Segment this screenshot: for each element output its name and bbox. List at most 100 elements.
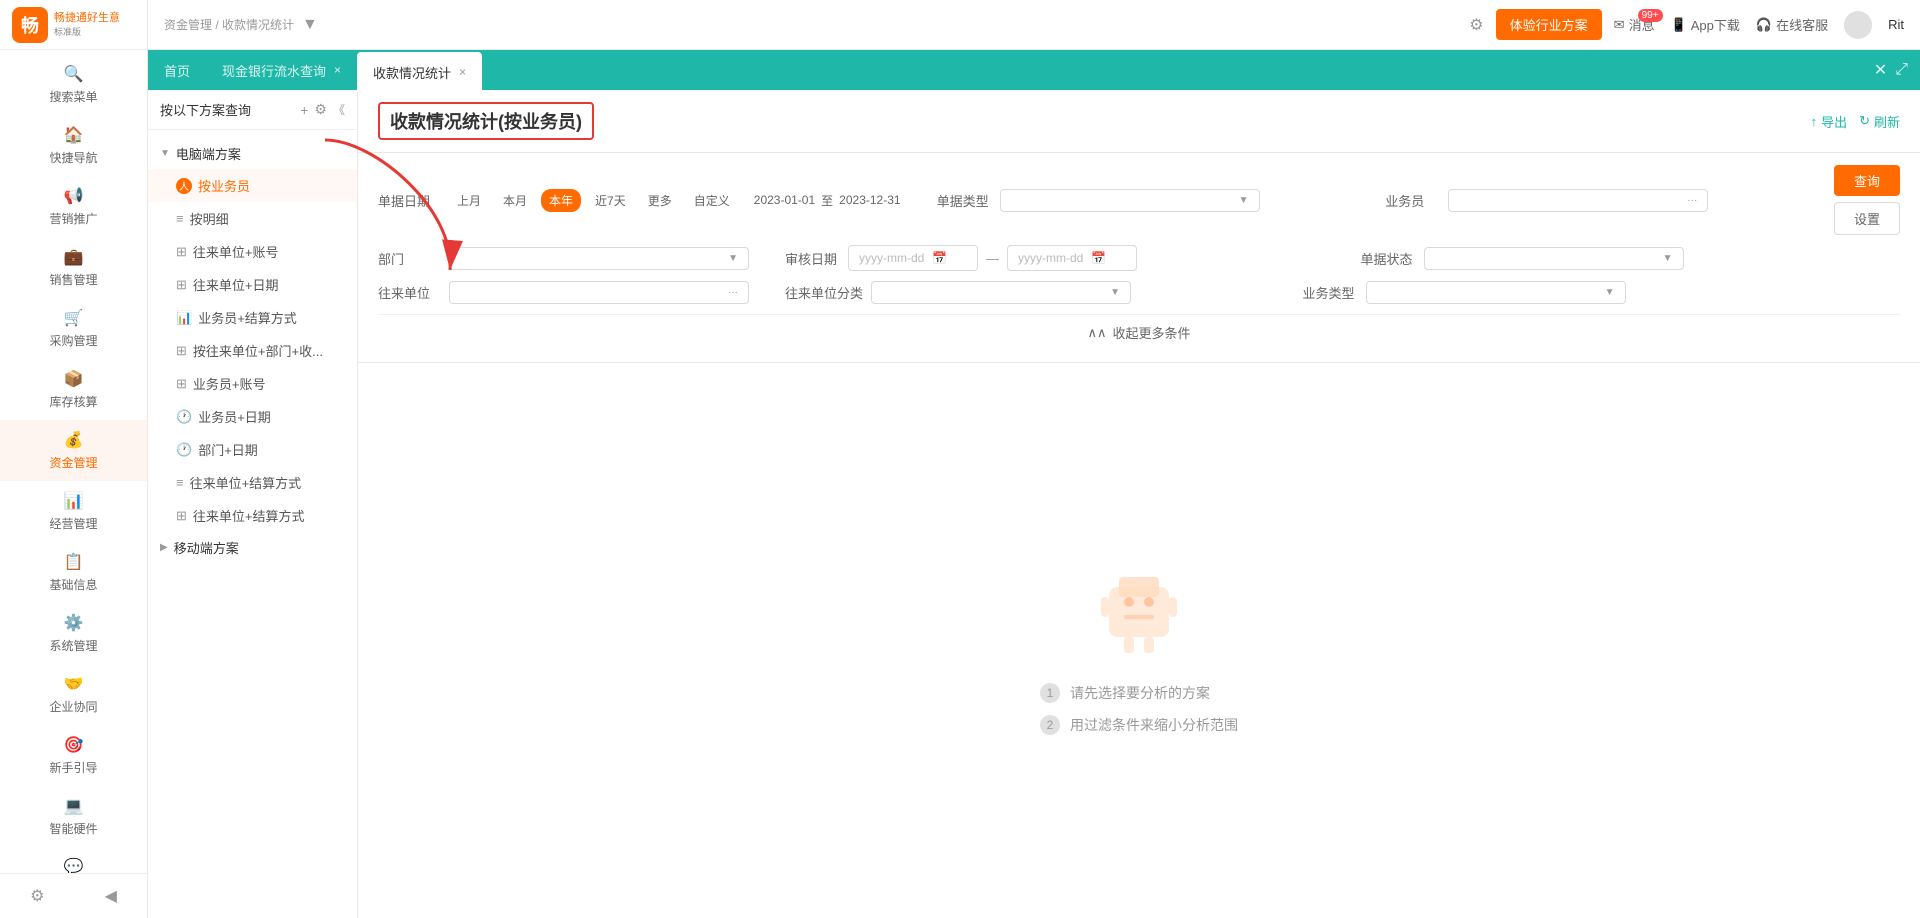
sidebar-item-label: 系统管理 [49,637,97,654]
sidebar-item-system[interactable]: ⚙️ 系统管理 [0,603,147,664]
panel-collapse-btn[interactable]: 《 [333,101,345,118]
purchase-icon: 🛒 [64,308,84,328]
sidebar-item-search-menu[interactable]: 🔍 搜索菜单 [0,54,147,115]
refresh-icon: ↻ [1859,113,1870,129]
partner-more: ··· [728,287,738,298]
tree-item-by-salesperson-label: 按业务员 [198,176,250,195]
sidebar-item-finance[interactable]: 💰 资金管理 [0,420,147,481]
message-btn[interactable]: ✉ 消息 99+ [1614,15,1655,34]
salesperson-label: 业务员 [1385,191,1440,210]
message-badge: 99+ [1638,9,1663,22]
window-close-btn[interactable]: ✕ [1874,60,1887,80]
date-range: 2023-01-01 至 2023-12-31 [754,192,901,209]
filter-actions: 查询 设置 [1834,165,1900,235]
finance-icon: 💰 [64,430,84,450]
salesperson-select[interactable]: ··· [1448,189,1708,212]
tab-home[interactable]: 首页 [148,50,206,90]
tree-item-by-salesperson-account[interactable]: ⊞ 业务员+账号 [148,367,357,400]
tree-item-by-unit-account[interactable]: ⊞ 往来单位+账号 [148,235,357,268]
tree-item-by-dept-date[interactable]: 🕐 部门+日期 [148,433,357,466]
calendar-icon: 📅 [932,251,947,265]
panel-add-btn[interactable]: + [300,102,308,118]
sidebar-item-cooperation[interactable]: 🤝 企业协同 [0,664,147,725]
sidebar-item-wechat[interactable]: 💬 企业微信 [0,847,147,873]
tree-item-by-detail[interactable]: ≡ 按明细 [148,202,357,235]
sidebar-item-quick-nav[interactable]: 🏠 快捷导航 [0,115,147,176]
last-month-btn[interactable]: 上月 [449,189,489,212]
sidebar-item-operations[interactable]: 📊 经营管理 [0,481,147,542]
empty-tips: 1 请先选择要分析的方案 2 用过滤条件来缩小分析范围 [1040,683,1238,735]
basic-info-icon: 📋 [64,552,84,572]
last-7days-btn[interactable]: 近7天 [587,189,634,212]
collapse-sidebar-btn[interactable]: ◀ [105,886,117,906]
tree-item-by-salesperson-payment[interactable]: 📊 业务员+结算方式 [148,301,357,334]
review-date-end-input[interactable]: yyyy-mm-dd 📅 [1007,245,1137,271]
tree-group-desktop-header[interactable]: ▼ 电脑端方案 [148,138,357,169]
setting-btn[interactable]: 设置 [1834,202,1900,235]
window-maximize-btn[interactable]: ⤢ [1895,61,1908,79]
dept-chevron: ▼ [728,253,738,264]
collapse-more-btn[interactable]: ∧∧ 收起更多条件 [378,314,1900,350]
tab-bank-flow-label: 现金银行流水查询 [222,61,326,80]
tree-item-by-unit-payment2[interactable]: ⊞ 往来单位+结算方式 [148,499,357,532]
service-icon: 🎧 [1756,17,1772,33]
refresh-btn[interactable]: ↻ 刷新 [1859,112,1900,131]
voucher-status-select[interactable]: ▼ [1424,247,1684,270]
partner-category-select[interactable]: ▼ [871,281,1131,304]
settings-gear-icon[interactable]: ⚙ [1469,15,1483,35]
tab-collection-stat[interactable]: 收款情况统计 × [357,52,482,92]
app-download-btn[interactable]: 📱 App下载 [1671,15,1740,34]
tab-bank-flow-close[interactable]: × [334,63,341,77]
partner-category-chevron: ▼ [1110,287,1120,298]
panel-settings-btn[interactable]: ⚙ [314,101,327,118]
sidebar-item-marketing[interactable]: 📢 营销推广 [0,176,147,237]
sidebar-item-sales[interactable]: 💼 销售管理 [0,237,147,298]
this-year-btn[interactable]: 本年 [541,189,581,212]
operations-icon: 📊 [64,491,84,511]
tree-item-by-unit-dept[interactable]: ⊞ 按往来单位+部门+收... [148,334,357,367]
filter-row-1: 单据日期 上月 本月 本年 近7天 更多 自定义 2023-01-01 至 [378,165,1900,235]
voucher-status-chevron: ▼ [1663,253,1673,264]
more-date-btn[interactable]: 更多 [640,189,680,212]
sidebar-item-label: 经营管理 [49,515,97,532]
sidebar-item-guide[interactable]: 🎯 新手引导 [0,725,147,786]
tab-home-label: 首页 [164,61,190,80]
dept-label: 部门 [378,249,433,268]
sidebar-footer: ⚙ ◀ [0,873,147,918]
tree-item-by-salesperson[interactable]: 人 按业务员 [148,169,357,202]
custom-date-btn[interactable]: 自定义 [686,189,738,212]
sidebar-item-purchase[interactable]: 🛒 采购管理 [0,298,147,359]
tree-item-by-unit-payment2-label: 往来单位+结算方式 [193,506,305,525]
review-date-start-input[interactable]: yyyy-mm-dd 📅 [848,245,978,271]
tree-group-desktop: ▼ 电脑端方案 人 按业务员 ≡ 按明细 ⊞ 往 [148,138,357,532]
tip-item-2: 2 用过滤条件来缩小分析范围 [1040,715,1238,735]
settings-footer-btn[interactable]: ⚙ [30,886,44,906]
sidebar: 畅 畅捷通好生意 标准版 🔍 搜索菜单 🏠 快捷导航 📢 营销推广 💼 [0,0,148,918]
tab-collection-stat-close[interactable]: × [459,65,466,79]
unit-account-icon: ⊞ [176,244,187,260]
breadcrumb-dropdown-icon[interactable]: ▼ [302,16,318,34]
this-month-btn[interactable]: 本月 [495,189,535,212]
unit-payment2-icon: ⊞ [176,508,187,524]
tree-item-by-unit-payment1[interactable]: ≡ 往来单位+结算方式 [148,466,357,499]
tree-group-mobile-header[interactable]: ▶ 移动端方案 [148,532,357,563]
query-btn[interactable]: 查询 [1834,165,1900,196]
trial-btn[interactable]: 体验行业方案 [1496,9,1602,40]
business-type-select[interactable]: ▼ [1366,281,1626,304]
tab-bank-flow[interactable]: 现金银行流水查询 × [206,50,357,90]
voucher-type-select[interactable]: ▼ [1000,189,1260,212]
online-service-btn[interactable]: 🎧 在线客服 [1756,15,1828,34]
online-service-label: 在线客服 [1776,15,1828,34]
sidebar-item-basic-info[interactable]: 📋 基础信息 [0,542,147,603]
export-btn[interactable]: ↑ 导出 [1811,112,1848,131]
partner-select[interactable]: ··· [449,281,749,304]
message-icon: ✉ [1614,17,1625,33]
calendar-end-icon: 📅 [1091,251,1106,265]
sidebar-item-inventory[interactable]: 📦 库存核算 [0,359,147,420]
tree-item-by-unit-date[interactable]: ⊞ 往来单位+日期 [148,268,357,301]
user-avatar[interactable] [1844,11,1872,39]
user-name: Rit [1888,17,1904,32]
dept-select[interactable]: ▼ [449,247,749,270]
tree-item-by-salesperson-date[interactable]: 🕐 业务员+日期 [148,400,357,433]
sidebar-item-hardware[interactable]: 💻 智能硬件 [0,786,147,847]
